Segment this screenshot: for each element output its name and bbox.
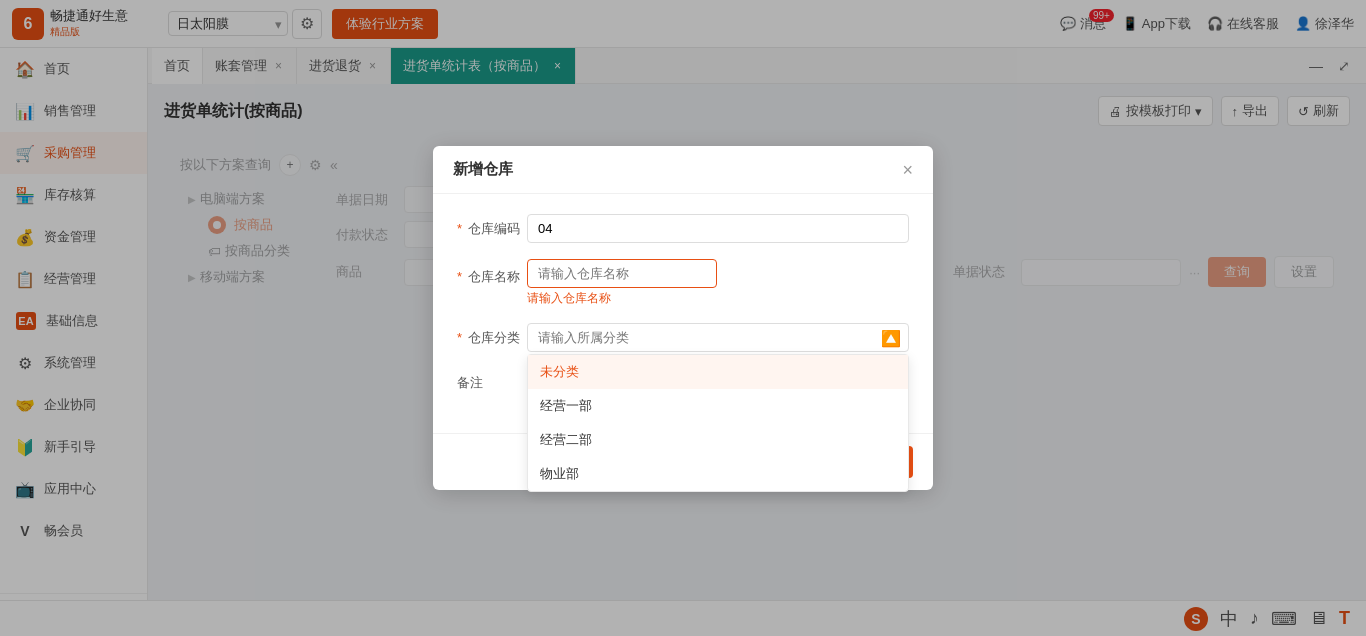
name-input[interactable] <box>527 259 717 288</box>
category-required-mark: * <box>457 330 462 345</box>
add-warehouse-modal: 新增仓库 × * 仓库编码 * 仓库名称 <box>433 146 933 490</box>
name-label: * 仓库名称 <box>457 262 527 286</box>
category-select-wrap: 🔼 未分类 经营一部 经营二部 物业部 <box>527 323 909 352</box>
name-required-mark: * <box>457 269 462 284</box>
dropdown-item-property[interactable]: 物业部 <box>528 457 908 491</box>
category-dropdown-arrow[interactable]: 🔼 <box>881 328 901 347</box>
code-label: * 仓库编码 <box>457 214 527 238</box>
modal-close-btn[interactable]: × <box>902 161 913 179</box>
code-input[interactable] <box>527 214 909 243</box>
category-select-input[interactable] <box>527 323 909 352</box>
category-field-row: * 仓库分类 🔼 未分类 经营一部 经营二部 物业部 <box>457 323 909 352</box>
name-field-row: * 仓库名称 请输入仓库名称 <box>457 259 909 307</box>
name-error-msg: 请输入仓库名称 <box>527 290 611 307</box>
dropdown-item-dept2[interactable]: 经营二部 <box>528 423 908 457</box>
dropdown-item-uncategorized[interactable]: 未分类 <box>528 355 908 389</box>
code-field-row: * 仓库编码 <box>457 214 909 243</box>
name-field-inner: * 仓库名称 <box>457 259 717 288</box>
modal-body: * 仓库编码 * 仓库名称 请输入仓库名称 * <box>433 194 933 433</box>
code-required-mark: * <box>457 221 462 236</box>
category-label: * 仓库分类 <box>457 323 527 347</box>
modal-title: 新增仓库 <box>453 160 513 179</box>
modal-header: 新增仓库 × <box>433 146 933 194</box>
modal-overlay: 新增仓库 × * 仓库编码 * 仓库名称 <box>0 0 1366 636</box>
dropdown-item-dept1[interactable]: 经营一部 <box>528 389 908 423</box>
category-dropdown-list: 未分类 经营一部 经营二部 物业部 <box>527 354 909 492</box>
remark-label: 备注 <box>457 368 527 392</box>
